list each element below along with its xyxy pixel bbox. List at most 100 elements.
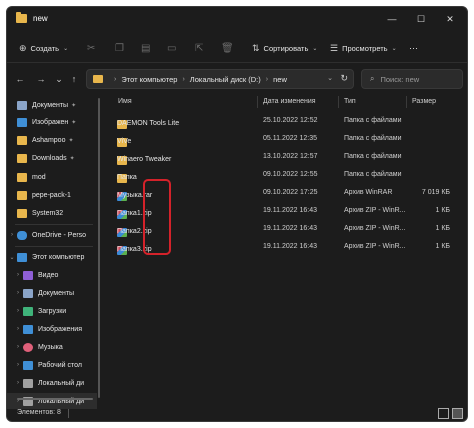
table-row[interactable]: DAEMON Tools Lite 25.10.2022 12:52 Папка… xyxy=(104,113,467,129)
sidebar-item-pictures[interactable]: Изображен ✦ xyxy=(7,114,97,130)
forward-button[interactable]: → xyxy=(34,72,48,86)
copy-icon[interactable]: ❐ xyxy=(115,41,124,55)
table-row[interactable]: Winaero Tweaker 13.10.2022 12:57 Папка с… xyxy=(104,149,467,165)
file-name: ViVe xyxy=(117,138,132,145)
plus-icon: ⊕ xyxy=(19,42,27,53)
sidebar-item-local-disk-c[interactable]: › Локальный ди xyxy=(7,375,97,391)
file-type: Папка с файлами xyxy=(344,117,402,124)
chevron-right-icon[interactable]: › xyxy=(13,272,23,278)
drive-icon xyxy=(23,378,33,388)
minimize-button[interactable]: — xyxy=(381,11,403,27)
chevron-down-icon: ⌄ xyxy=(312,45,318,52)
search-placeholder: Поиск: new xyxy=(380,74,420,84)
file-name: Папка xyxy=(117,174,137,181)
sidebar-item-this-pc[interactable]: ⌄ Этот компьютер xyxy=(7,249,97,265)
column-size[interactable]: Размер xyxy=(412,98,436,105)
sidebar-item-label: Изображен xyxy=(32,118,69,126)
chevron-right-icon[interactable]: › xyxy=(13,362,23,368)
details-view-icon[interactable] xyxy=(438,408,449,419)
search-box[interactable]: ⌕ Поиск: new xyxy=(361,69,463,89)
sidebar-item-videos[interactable]: › Видео xyxy=(7,267,97,283)
chevron-down-icon[interactable]: ⌄ xyxy=(327,74,333,82)
sidebar-item-desktop[interactable]: › Рабочий стол xyxy=(7,357,97,373)
sidebar-item-documents[interactable]: Документы ✦ xyxy=(7,97,97,113)
folder-icon xyxy=(17,153,27,163)
chevron-down-icon[interactable]: ⌄ xyxy=(7,254,17,261)
sidebar-item-pc-documents[interactable]: › Документы xyxy=(7,285,97,301)
file-type: Архив WinRAR xyxy=(344,189,393,196)
column-name[interactable]: Имя xyxy=(118,98,132,105)
chevron-right-icon[interactable]: › xyxy=(13,290,23,296)
delete-icon[interactable]: 🗑 xyxy=(221,41,234,55)
items-count: Элементов: 8 xyxy=(17,409,61,416)
view-button[interactable]: ☰ Просмотреть ⌄ xyxy=(330,41,397,55)
sidebar-item-ashampoo[interactable]: Ashampoo ✦ xyxy=(7,132,97,148)
more-options-button[interactable]: ··· xyxy=(409,41,418,55)
paste-icon[interactable]: ▤ xyxy=(141,41,150,55)
tiles-view-icon[interactable] xyxy=(452,408,463,419)
sidebar-horizontal-scrollbar[interactable] xyxy=(17,398,97,401)
sidebar-item-label: mod xyxy=(32,173,46,181)
chevron-right-icon[interactable]: › xyxy=(13,344,23,350)
breadcrumb-this-pc[interactable]: Этот компьютер xyxy=(121,75,177,84)
maximize-button[interactable]: ☐ xyxy=(410,11,432,27)
sidebar-item-label: Документы xyxy=(32,101,69,109)
pictures-icon xyxy=(17,117,27,127)
sidebar-scrollbar[interactable] xyxy=(97,94,101,406)
close-button[interactable]: ✕ xyxy=(439,11,461,27)
title-bar: new — ☐ ✕ xyxy=(7,7,467,31)
column-type[interactable]: Тип xyxy=(344,98,356,105)
sidebar-item-downloads[interactable]: Downloads ✦ xyxy=(7,150,97,166)
music-icon xyxy=(23,342,33,352)
chevron-right-icon[interactable]: › xyxy=(7,232,17,238)
table-row[interactable]: ViVe 05.11.2022 12:35 Папка с файлами xyxy=(104,131,467,147)
pin-icon: ✦ xyxy=(68,137,74,144)
chevron-right-icon[interactable]: › xyxy=(13,380,23,386)
chevron-right-icon[interactable]: › xyxy=(13,326,23,332)
column-date[interactable]: Дата изменения xyxy=(263,98,316,105)
pin-icon: ✦ xyxy=(71,119,77,126)
rename-icon[interactable]: ▭ xyxy=(167,41,176,55)
explorer-window: new — ☐ ✕ ⊕ Создать ⌄ ✂ ❐ ▤ ▭ ⇱ 🗑 ⇅ Сорт… xyxy=(6,6,468,422)
sort-button[interactable]: ⇅ Сортировать ⌄ xyxy=(252,41,317,55)
highlight-annotation xyxy=(143,179,171,255)
pictures-icon xyxy=(23,324,33,334)
sidebar-item-mod[interactable]: mod xyxy=(7,169,97,185)
view-label: Просмотреть xyxy=(342,43,388,53)
up-button[interactable]: ↑ xyxy=(67,72,81,86)
file-date: 13.10.2022 12:57 xyxy=(263,153,318,160)
sidebar-item-label: Музыка xyxy=(38,343,63,351)
cloud-icon xyxy=(17,230,27,240)
sidebar-item-pc-pictures[interactable]: › Изображения xyxy=(7,321,97,337)
breadcrumb-separator: › xyxy=(114,75,117,83)
video-icon xyxy=(23,270,33,280)
sort-icon: ⇅ xyxy=(252,42,260,53)
recent-locations-button[interactable]: ⌄ xyxy=(52,72,66,86)
navigation-pane: Документы ✦ Изображен ✦ Ashampoo ✦ Downl… xyxy=(7,94,97,409)
chevron-down-icon: ⌄ xyxy=(63,45,69,52)
back-button[interactable]: ← xyxy=(13,72,27,86)
pin-icon: ✦ xyxy=(71,102,77,109)
sidebar-item-music[interactable]: › Музыка xyxy=(7,339,97,355)
sidebar-item-label: Видео xyxy=(38,271,59,279)
breadcrumb-local-disk[interactable]: Локальный диск (D:) xyxy=(190,75,261,84)
address-bar[interactable]: › Этот компьютер › Локальный диск (D:) ›… xyxy=(86,69,354,89)
sidebar-item-label: Этот компьютер xyxy=(32,253,85,261)
sidebar-item-pc-downloads[interactable]: › Загрузки xyxy=(7,303,97,319)
sidebar-item-pepe-pack[interactable]: pepe-pack-1 xyxy=(7,187,97,203)
search-icon: ⌕ xyxy=(370,74,375,83)
new-button[interactable]: ⊕ Создать ⌄ xyxy=(19,41,68,55)
view-icon: ☰ xyxy=(330,42,339,53)
sidebar-item-label: Загрузки xyxy=(38,307,67,315)
chevron-right-icon[interactable]: › xyxy=(13,308,23,314)
breadcrumb-new[interactable]: new xyxy=(273,75,287,84)
sidebar-item-label: Документы xyxy=(38,289,75,297)
refresh-icon[interactable]: ↻ xyxy=(340,73,348,84)
computer-icon xyxy=(17,252,27,262)
share-icon[interactable]: ⇱ xyxy=(195,41,203,55)
sidebar-item-label: OneDrive - Perso xyxy=(32,231,87,239)
cut-icon[interactable]: ✂ xyxy=(87,41,95,55)
sidebar-item-system32[interactable]: System32 xyxy=(7,205,97,221)
window-title: new xyxy=(33,14,48,23)
sidebar-item-onedrive[interactable]: › OneDrive - Perso xyxy=(7,227,97,243)
